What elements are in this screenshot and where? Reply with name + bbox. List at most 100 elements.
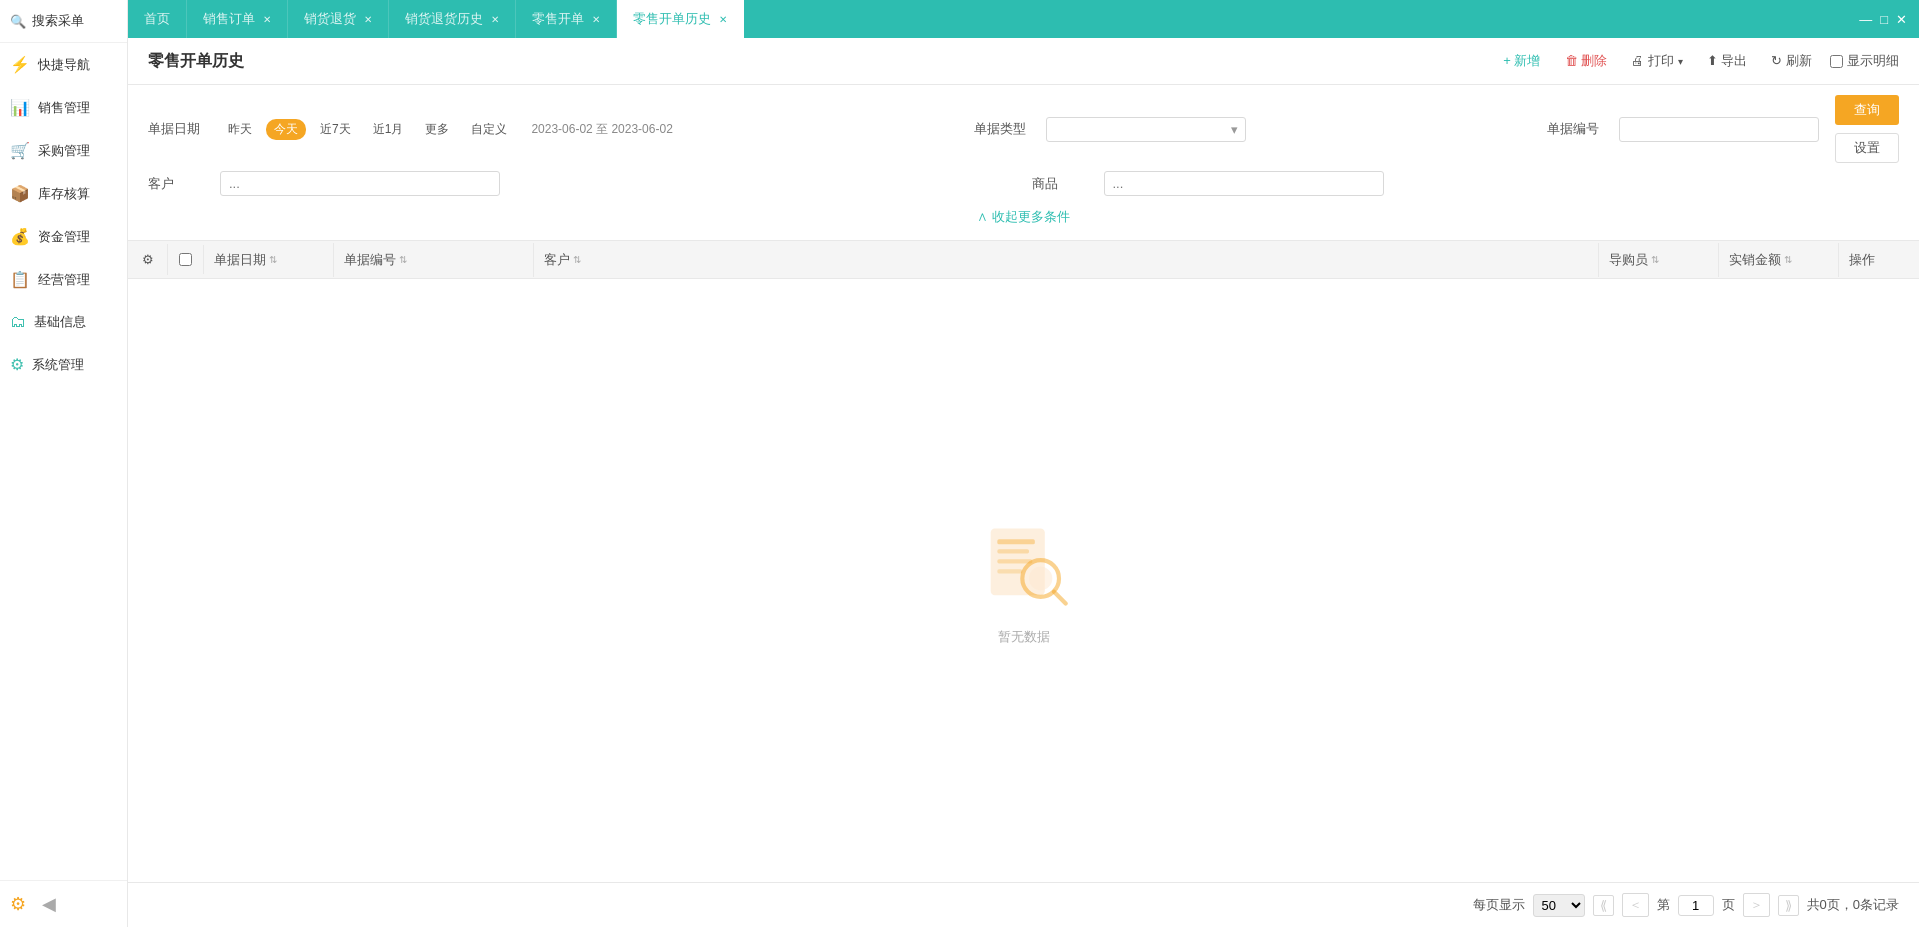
pagination-summary: 共0页，0条记录 (1807, 896, 1899, 914)
search-icon: 🔍 (10, 14, 26, 29)
tab-sales-return-history[interactable]: 销货退货历史 ✕ (389, 0, 516, 38)
tab-bar: 首页 销售订单 ✕ 销货退货 ✕ 销货退货历史 ✕ 零售开单 ✕ 零售开单历史 … (128, 0, 1919, 38)
tab-retail-history-close[interactable]: ✕ (719, 14, 727, 25)
footer-settings-icon[interactable]: ⚙ (10, 893, 26, 915)
filter-area: 单据日期 昨天 今天 近7天 近1月 更多 自定义 2023-06-02 至 2… (128, 85, 1919, 241)
sidebar-item-basic-info[interactable]: 🗂 基础信息 (0, 301, 127, 343)
th-amount[interactable]: 实销金额 ⇅ (1719, 243, 1839, 277)
page-last-btn[interactable]: ⟫ (1778, 895, 1799, 916)
bill-type-select-wrap (1046, 117, 1246, 142)
svg-point-6 (1029, 566, 1052, 589)
date-opt-1month[interactable]: 近1月 (365, 119, 412, 140)
sidebar-item-operations[interactable]: 📋 经营管理 (0, 258, 127, 301)
th-num-sort-icon: ⇅ (399, 254, 407, 265)
th-num[interactable]: 单据编号 ⇅ (334, 243, 534, 277)
page-input[interactable] (1678, 895, 1714, 916)
sidebar-item-purchase[interactable]: 🛒 采购管理 (0, 129, 127, 172)
page-suffix: 页 (1722, 896, 1735, 914)
sidebar-item-system[interactable]: ⚙ 系统管理 (0, 343, 127, 386)
bill-num-input[interactable] (1619, 117, 1819, 142)
th-checkbox[interactable] (168, 245, 204, 274)
bill-type-select[interactable] (1046, 117, 1246, 142)
settings-gear-icon: ⚙ (142, 252, 154, 267)
sidebar-search[interactable]: 🔍 搜索采单 (0, 0, 127, 43)
th-customer-sort-icon: ⇅ (573, 254, 581, 265)
basic-info-icon: 🗂 (10, 313, 26, 331)
sidebar-item-finance[interactable]: 💰 资金管理 (0, 215, 127, 258)
footer-collapse-icon[interactable]: ◀ (42, 893, 56, 915)
svg-rect-4 (997, 569, 1022, 573)
date-opt-today[interactable]: 今天 (266, 119, 306, 140)
bill-num-label: 单据编号 (1547, 120, 1603, 138)
filter-and-table: 单据日期 昨天 今天 近7天 近1月 更多 自定义 2023-06-02 至 2… (128, 85, 1919, 927)
page-prev-btn[interactable]: ＜ (1622, 893, 1649, 917)
collapse-bar[interactable]: ∧ 收起更多条件 (148, 204, 1899, 230)
tab-retail-order[interactable]: 零售开单 ✕ (516, 0, 617, 38)
select-all-checkbox[interactable] (179, 253, 192, 266)
tab-sales-return[interactable]: 销货退货 ✕ (288, 0, 389, 38)
window-close[interactable]: ✕ (1896, 12, 1907, 27)
tab-sales-return-history-close[interactable]: ✕ (491, 14, 499, 25)
sidebar-item-label: 系统管理 (32, 356, 84, 374)
customer-input[interactable] (220, 171, 500, 196)
main-area: 首页 销售订单 ✕ 销货退货 ✕ 销货退货历史 ✕ 零售开单 ✕ 零售开单历史 … (128, 0, 1919, 927)
date-options: 昨天 今天 近7天 近1月 更多 自定义 (220, 119, 515, 140)
svg-line-7 (1054, 591, 1066, 603)
page-label: 第 (1657, 896, 1670, 914)
page-title: 零售开单历史 (148, 51, 244, 72)
tab-home[interactable]: 首页 (128, 0, 187, 38)
filter-row-1: 单据日期 昨天 今天 近7天 近1月 更多 自定义 2023-06-02 至 2… (148, 95, 1899, 163)
th-action: 操作 (1839, 243, 1919, 277)
setting-button[interactable]: 设置 (1835, 133, 1899, 163)
th-date-sort-icon: ⇅ (269, 254, 277, 265)
export-label: ⬆ 导出 (1707, 52, 1748, 70)
system-icon: ⚙ (10, 355, 24, 374)
svg-rect-2 (997, 549, 1029, 553)
date-opt-7days[interactable]: 近7天 (312, 119, 359, 140)
bill-type-label: 单据类型 (974, 120, 1030, 138)
add-label: + 新增 (1503, 52, 1540, 70)
svg-rect-1 (997, 539, 1035, 544)
quick-nav-icon: ⚡ (10, 55, 30, 74)
query-button[interactable]: 查询 (1835, 95, 1899, 125)
date-opt-yesterday[interactable]: 昨天 (220, 119, 260, 140)
sidebar-item-label: 基础信息 (34, 313, 86, 331)
th-settings[interactable]: ⚙ (128, 244, 168, 275)
inventory-icon: 📦 (10, 184, 30, 203)
export-button[interactable]: ⬆ 导出 (1701, 48, 1754, 74)
sidebar-item-sales[interactable]: 📊 销售管理 (0, 86, 127, 129)
collapse-label: ∧ 收起更多条件 (977, 209, 1070, 224)
tab-sales-order[interactable]: 销售订单 ✕ (187, 0, 288, 38)
sidebar-item-quick-nav[interactable]: ⚡ 快捷导航 (0, 43, 127, 86)
tab-sales-return-close[interactable]: ✕ (364, 14, 372, 25)
refresh-label: ↻ 刷新 (1771, 52, 1812, 70)
refresh-button[interactable]: ↻ 刷新 (1765, 48, 1818, 74)
display-detail-checkbox[interactable] (1830, 55, 1843, 68)
sidebar-item-inventory[interactable]: 📦 库存核算 (0, 172, 127, 215)
operations-icon: 📋 (10, 270, 30, 289)
date-opt-custom[interactable]: 自定义 (463, 119, 515, 140)
delete-button[interactable]: 🗑 删除 (1559, 48, 1614, 74)
tab-retail-history[interactable]: 零售开单历史 ✕ (617, 0, 744, 38)
page-next-btn[interactable]: ＞ (1743, 893, 1770, 917)
print-button[interactable]: 🖨 打印 ▾ (1625, 48, 1689, 74)
page-first-btn[interactable]: ⟪ (1593, 895, 1614, 916)
tab-sales-return-label: 销货退货 (304, 10, 356, 28)
th-customer[interactable]: 客户 ⇅ (534, 243, 1599, 277)
th-date[interactable]: 单据日期 ⇅ (204, 243, 334, 277)
delete-label: 🗑 删除 (1565, 52, 1608, 70)
th-date-label: 单据日期 (214, 251, 266, 269)
purchase-icon: 🛒 (10, 141, 30, 160)
tab-sales-return-history-label: 销货退货历史 (405, 10, 483, 28)
tab-retail-order-close[interactable]: ✕ (592, 14, 600, 25)
date-opt-more[interactable]: 更多 (417, 119, 457, 140)
goods-input[interactable] (1104, 171, 1384, 196)
per-page-select[interactable]: 50 10 20 100 (1533, 894, 1585, 917)
print-label: 🖨 打印 (1631, 52, 1674, 70)
th-guide[interactable]: 导购员 ⇅ (1599, 243, 1719, 277)
tab-sales-order-close[interactable]: ✕ (263, 14, 271, 25)
display-detail-toggle[interactable]: 显示明细 (1830, 52, 1899, 70)
window-minimize[interactable]: — (1859, 12, 1872, 27)
add-button[interactable]: + 新增 (1497, 48, 1546, 74)
window-maximize[interactable]: □ (1880, 12, 1888, 27)
